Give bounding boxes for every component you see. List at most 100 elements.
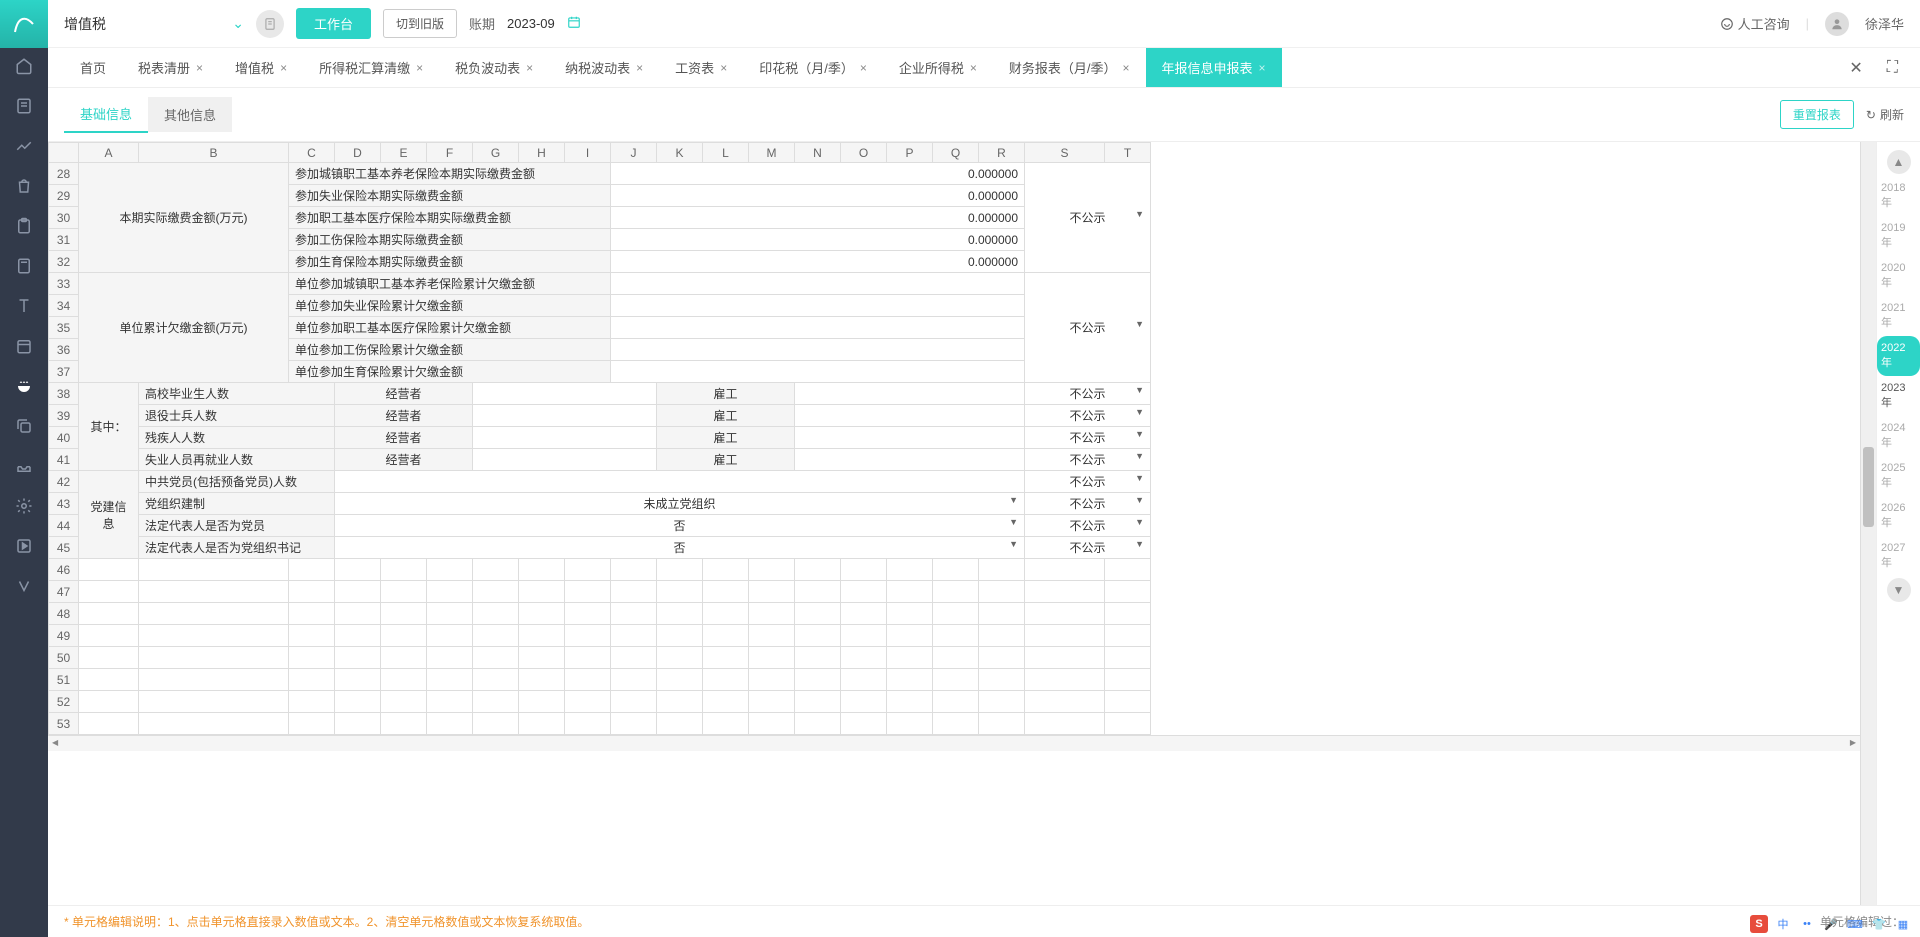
col-header[interactable]: R [979, 143, 1025, 163]
row-header[interactable]: 39 [49, 405, 79, 427]
cell-empty[interactable] [1025, 625, 1105, 647]
tab[interactable]: 增值税× [219, 48, 303, 88]
cell-empty[interactable] [887, 559, 933, 581]
ime-cn-icon[interactable]: 中 [1774, 915, 1792, 933]
col-header[interactable]: J [611, 143, 657, 163]
cell-empty[interactable] [565, 713, 611, 735]
cell-empty[interactable] [335, 647, 381, 669]
cell-empty[interactable] [519, 713, 565, 735]
cell-empty[interactable] [657, 647, 703, 669]
cell-empty[interactable] [611, 647, 657, 669]
col-header[interactable]: K [657, 143, 703, 163]
clipboard-icon[interactable] [14, 216, 34, 236]
cell-empty[interactable] [427, 669, 473, 691]
col-header[interactable]: A [79, 143, 139, 163]
cell-publish-dropdown[interactable]: 不公示 [1025, 383, 1151, 405]
cell-value[interactable]: 0.000000 [611, 229, 1025, 251]
v-icon[interactable] [14, 576, 34, 596]
year-up-icon[interactable]: ▲ [1887, 150, 1911, 174]
cell-empty[interactable] [565, 559, 611, 581]
cell-empty[interactable] [1025, 669, 1105, 691]
cell-empty[interactable] [381, 669, 427, 691]
col-header[interactable]: N [795, 143, 841, 163]
cell-empty[interactable] [795, 603, 841, 625]
cell-empty[interactable] [1105, 669, 1151, 691]
cell-empty[interactable] [79, 559, 139, 581]
cell-empty[interactable] [473, 669, 519, 691]
year-option[interactable]: 2026年 [1877, 496, 1920, 536]
col-header[interactable]: Q [933, 143, 979, 163]
cell-empty[interactable] [139, 669, 289, 691]
bag-icon[interactable] [14, 176, 34, 196]
cell-empty[interactable] [657, 669, 703, 691]
cell-empty[interactable] [1025, 603, 1105, 625]
cell-empty[interactable] [979, 603, 1025, 625]
cell-empty[interactable] [933, 581, 979, 603]
cell-empty[interactable] [979, 691, 1025, 713]
cell-value[interactable]: 0.000000 [611, 163, 1025, 185]
row-header[interactable]: 53 [49, 713, 79, 735]
col-header[interactable]: T [1105, 143, 1151, 163]
cell-empty[interactable] [703, 581, 749, 603]
cell-empty[interactable] [703, 713, 749, 735]
close-all-icon[interactable]: ✕ [1843, 58, 1868, 78]
cell-empty[interactable] [841, 691, 887, 713]
cell-empty[interactable] [979, 559, 1025, 581]
ime-grid-icon[interactable]: ▦ [1894, 915, 1912, 933]
workbench-button[interactable]: 工作台 [296, 8, 371, 39]
cell-empty[interactable] [519, 581, 565, 603]
cell-empty[interactable] [887, 581, 933, 603]
cell-empty[interactable] [139, 581, 289, 603]
tab[interactable]: 企业所得税× [883, 48, 993, 88]
cell-empty[interactable] [79, 669, 139, 691]
col-header[interactable]: L [703, 143, 749, 163]
cell-empty[interactable] [565, 647, 611, 669]
cell-empty[interactable] [887, 691, 933, 713]
row-header[interactable]: 49 [49, 625, 79, 647]
tab[interactable]: 税表清册× [122, 48, 219, 88]
tab-close-icon[interactable]: × [720, 61, 727, 75]
year-option[interactable]: 2025年 [1877, 456, 1920, 496]
cell-value[interactable] [795, 383, 1025, 405]
cell-empty[interactable] [519, 669, 565, 691]
cal2-icon[interactable] [14, 336, 34, 356]
cell-empty[interactable] [1105, 647, 1151, 669]
cell-empty[interactable] [335, 713, 381, 735]
cell-empty[interactable] [933, 559, 979, 581]
col-header[interactable]: G [473, 143, 519, 163]
row-header[interactable]: 29 [49, 185, 79, 207]
spreadsheet[interactable]: ABCDEFGHIJKLMNOPQRST 28本期实际缴费金额(万元)参加城镇职… [48, 142, 1860, 905]
cell-empty[interactable] [519, 625, 565, 647]
cell-empty[interactable] [749, 647, 795, 669]
col-header[interactable]: D [335, 143, 381, 163]
cell-empty[interactable] [611, 559, 657, 581]
cell-empty[interactable] [795, 669, 841, 691]
cell-empty[interactable] [749, 603, 795, 625]
cell-empty[interactable] [841, 625, 887, 647]
row-header[interactable]: 44 [49, 515, 79, 537]
vertical-scrollbar[interactable] [1860, 142, 1876, 905]
cell-empty[interactable] [841, 603, 887, 625]
row-header[interactable]: 37 [49, 361, 79, 383]
cell-empty[interactable] [79, 581, 139, 603]
cell-empty[interactable] [657, 713, 703, 735]
row-header[interactable]: 35 [49, 317, 79, 339]
cell-empty[interactable] [139, 691, 289, 713]
cell-empty[interactable] [79, 603, 139, 625]
cell-empty[interactable] [289, 559, 335, 581]
row-header[interactable]: 50 [49, 647, 79, 669]
tab-close-icon[interactable]: × [416, 61, 423, 75]
cell-empty[interactable] [933, 691, 979, 713]
tab[interactable]: 年报信息申报表× [1146, 48, 1282, 88]
row-header[interactable]: 47 [49, 581, 79, 603]
cell-value[interactable] [611, 273, 1025, 295]
cell-empty[interactable] [979, 647, 1025, 669]
cell-empty[interactable] [1025, 713, 1105, 735]
row-header[interactable]: 43 [49, 493, 79, 515]
cell-empty[interactable] [703, 625, 749, 647]
cell-publish-dropdown[interactable]: 不公示 [1025, 273, 1151, 383]
ime-punct-icon[interactable]: •• [1798, 915, 1816, 933]
cell-empty[interactable] [427, 603, 473, 625]
cell-empty[interactable] [427, 691, 473, 713]
cell-empty[interactable] [611, 625, 657, 647]
